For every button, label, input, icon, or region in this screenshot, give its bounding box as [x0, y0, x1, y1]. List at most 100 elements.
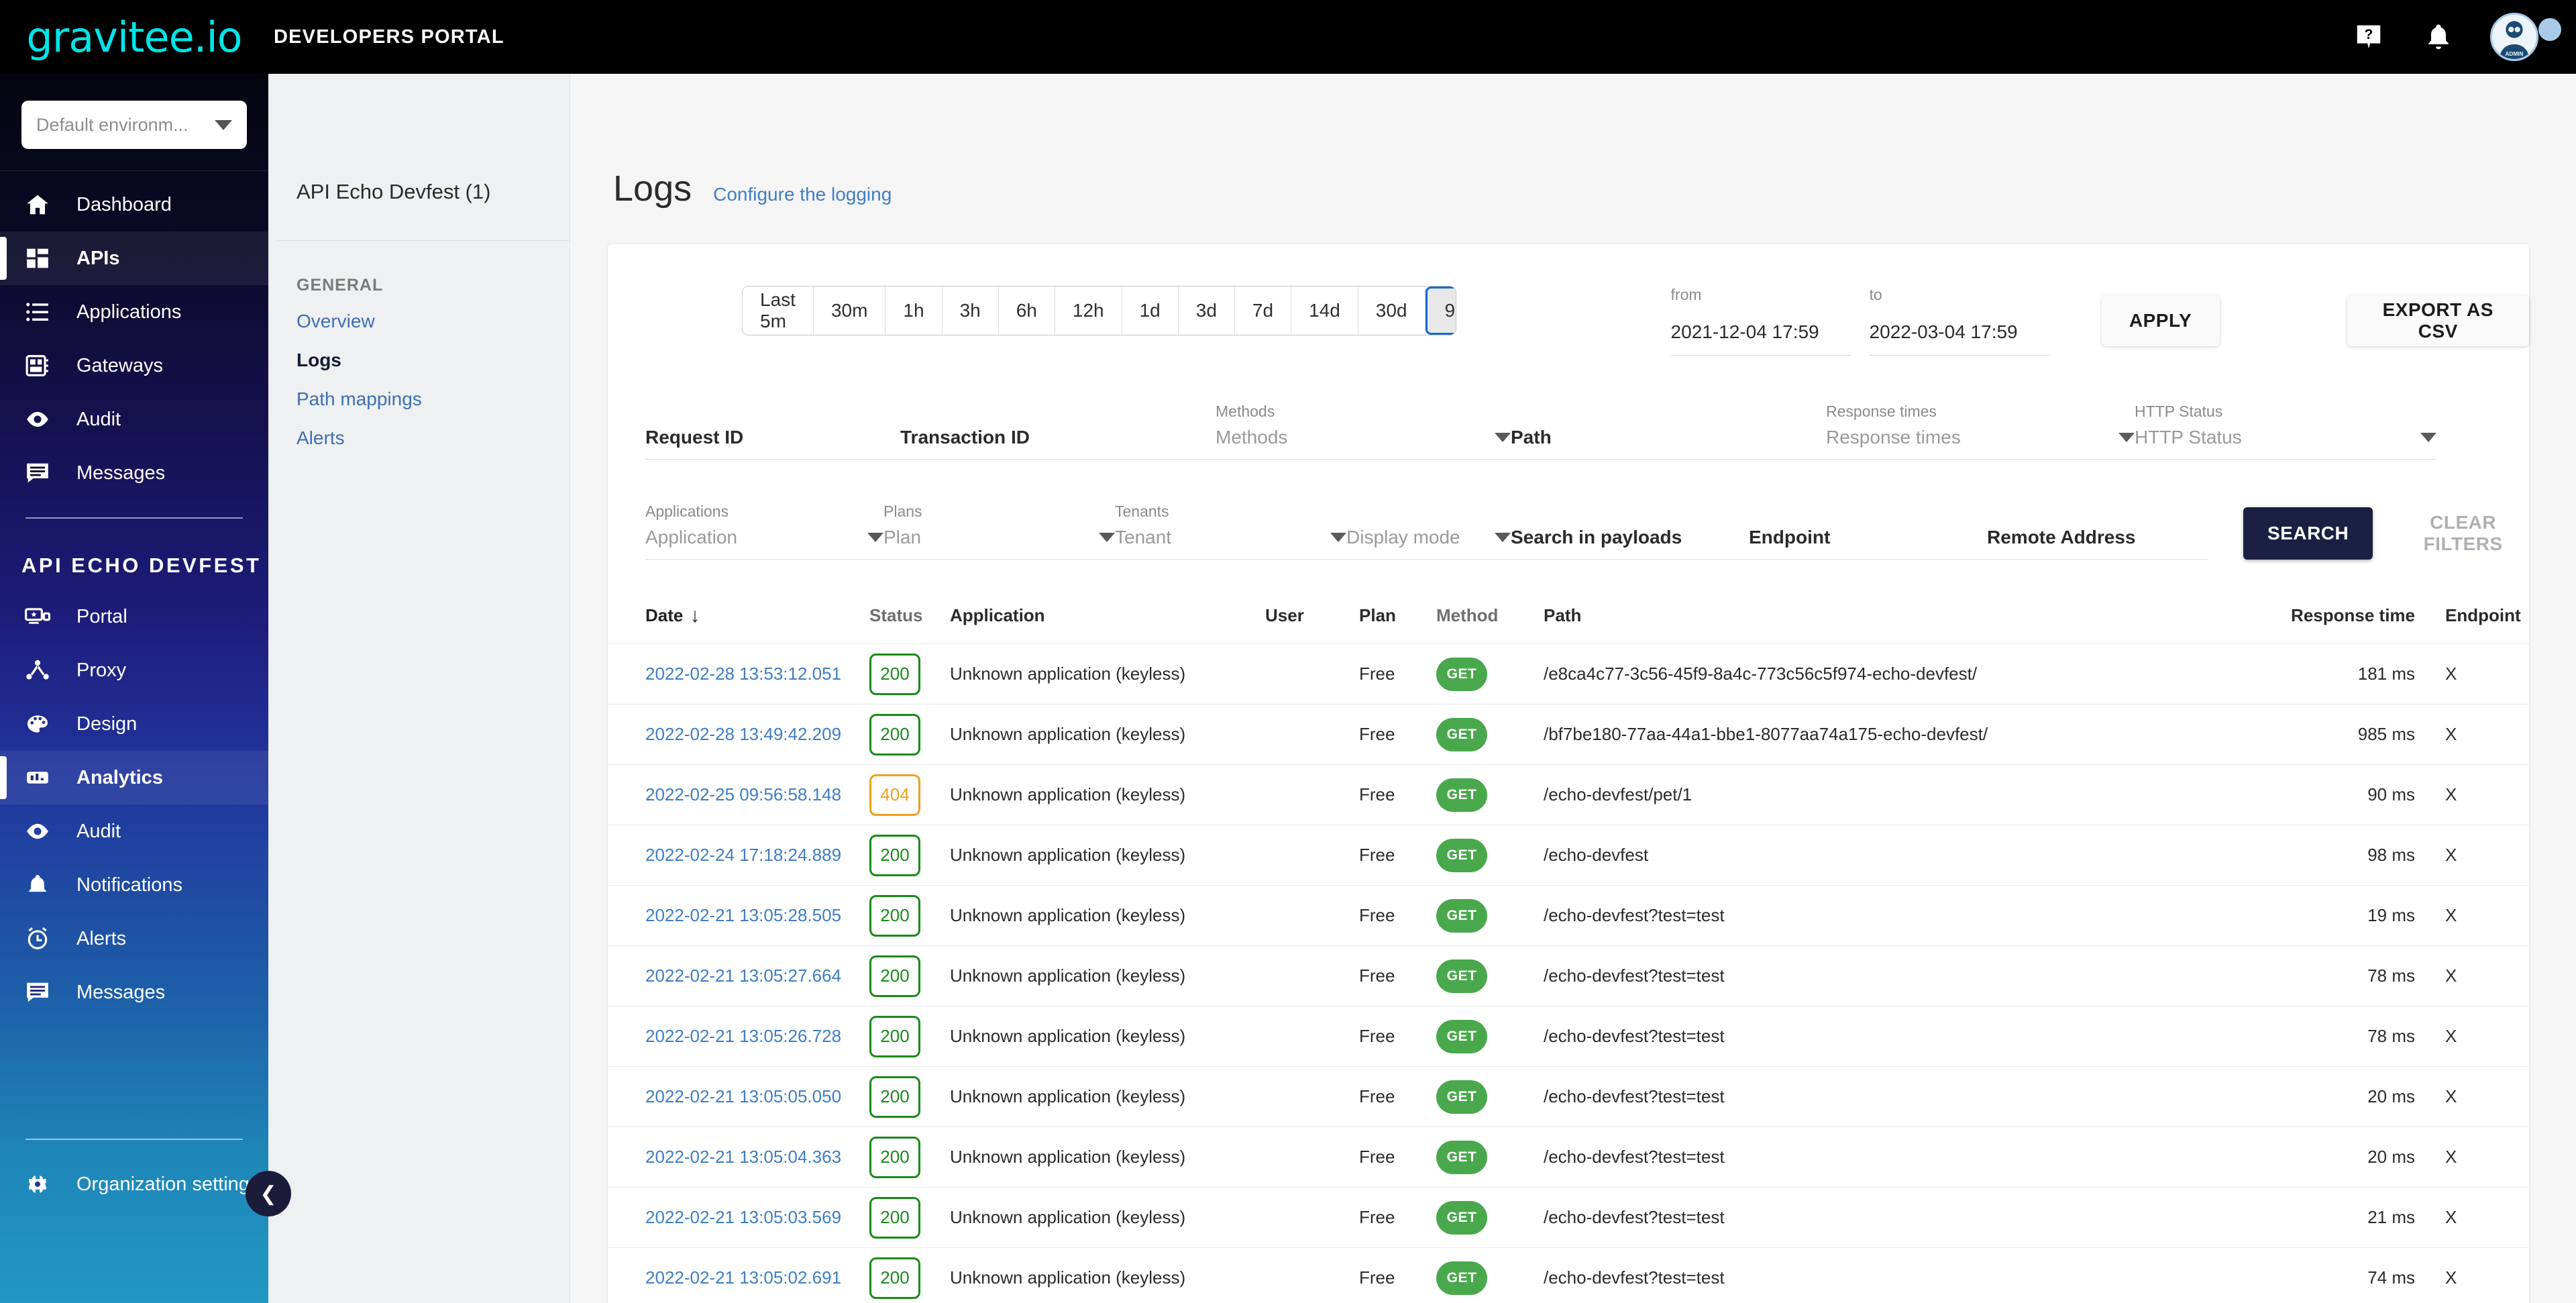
- table-row[interactable]: 2022-02-21 13:05:02.691 200 Unknown applic…: [608, 1248, 2529, 1303]
- filter-field-plans[interactable]: Plans Plan: [883, 503, 1115, 560]
- time-range-option-7d[interactable]: 7d: [1234, 286, 1292, 335]
- cell-date[interactable]: 2022-02-21 13:05:05.050: [608, 1086, 869, 1107]
- table-row[interactable]: 2022-02-21 13:05:04.363 200 Unknown applic…: [608, 1127, 2529, 1188]
- column-header-status[interactable]: Status: [869, 605, 950, 626]
- column-header-response-time[interactable]: Response time: [2234, 605, 2415, 626]
- api-context-heading: API ECHO DEVFEST: [21, 554, 262, 577]
- from-field[interactable]: from 2021-12-04 17:59: [1670, 286, 1851, 356]
- time-range-option-30d[interactable]: 30d: [1358, 286, 1426, 335]
- sidebar-item-gateways[interactable]: Gateways: [0, 339, 268, 393]
- chevron-left-icon[interactable]: ❮: [246, 1171, 291, 1216]
- cell-date[interactable]: 2022-02-28 13:49:42.209: [608, 724, 869, 745]
- table-row[interactable]: 2022-02-21 13:05:26.728 200 Unknown applic…: [608, 1006, 2529, 1067]
- time-range-option-12h[interactable]: 12h: [1055, 286, 1122, 335]
- sidebar-item-proxy[interactable]: Proxy: [0, 643, 268, 697]
- time-range-option-last-5m[interactable]: Last 5m: [743, 286, 814, 335]
- logo-text: gravitee.io: [26, 12, 242, 62]
- subnav-item-path-mappings[interactable]: Path mappings: [268, 380, 570, 419]
- cell-date[interactable]: 2022-02-21 13:05:02.691: [608, 1267, 869, 1288]
- filter-field-endpoint[interactable]: Endpoint: [1749, 503, 1987, 560]
- export-csv-button[interactable]: EXPORT AS CSV: [2347, 295, 2529, 346]
- sidebar-item-notifications[interactable]: Notifications: [0, 858, 268, 912]
- configure-logging-link[interactable]: Configure the logging: [713, 184, 892, 205]
- to-field[interactable]: to 2022-03-04 17:59: [1869, 286, 2049, 356]
- time-range-option-3h[interactable]: 3h: [942, 286, 999, 335]
- filter-field-response-times[interactable]: Response times Response times: [1826, 403, 2135, 460]
- cell-plan: Free: [1359, 1086, 1395, 1106]
- sidebar-item-apis[interactable]: APIs: [0, 231, 268, 285]
- time-range-option-6h[interactable]: 6h: [998, 286, 1055, 335]
- table-row[interactable]: 2022-02-25 09:56:58.148 404 Unknown applic…: [608, 765, 2529, 825]
- cell-date[interactable]: 2022-02-21 13:05:03.569: [608, 1207, 869, 1228]
- subnav-item-logs[interactable]: Logs: [268, 341, 570, 380]
- table-row[interactable]: 2022-02-28 13:53:12.051 200 Unknown applic…: [608, 644, 2529, 705]
- subnav-item-alerts[interactable]: Alerts: [268, 419, 570, 458]
- table-row[interactable]: 2022-02-21 13:05:05.050 200 Unknown applic…: [608, 1067, 2529, 1127]
- filter-field-transaction-id[interactable]: Transaction ID: [900, 403, 1216, 460]
- column-header-endpoint[interactable]: Endpoint: [2415, 605, 2529, 626]
- filter-field-path[interactable]: Path: [1511, 403, 1826, 460]
- cell-date[interactable]: 2022-02-21 13:05:28.505: [608, 905, 869, 926]
- cell-method: GET: [1436, 717, 1544, 751]
- filter-field-request-id[interactable]: Request ID: [645, 403, 900, 460]
- sidebar-item-applications[interactable]: Applications: [0, 285, 268, 339]
- column-header-plan[interactable]: Plan: [1359, 605, 1436, 626]
- sidebar-item-alerts[interactable]: Alerts: [0, 912, 268, 966]
- column-header-date[interactable]: Date ↓: [608, 605, 869, 626]
- sidebar-item-api-messages[interactable]: Messages: [0, 966, 268, 1019]
- sidebar-item-audit[interactable]: Audit: [0, 393, 268, 446]
- cell-application: Unknown application (keyless): [950, 905, 1186, 925]
- filter-field-applications[interactable]: Applications Application: [645, 503, 883, 560]
- search-button[interactable]: SEARCH: [2243, 507, 2373, 560]
- cell-date[interactable]: 2022-02-25 09:56:58.148: [608, 784, 869, 805]
- notifications-bell-icon[interactable]: [2420, 19, 2457, 55]
- environment-select[interactable]: Default environm...: [21, 101, 247, 149]
- cell-date[interactable]: 2022-02-28 13:53:12.051: [608, 664, 869, 684]
- sidebar-item-design[interactable]: Design: [0, 697, 268, 751]
- time-range-option-30m[interactable]: 30m: [813, 286, 886, 335]
- filter-label-tenants: Tenants: [1115, 503, 1169, 520]
- sidebar-item-portal[interactable]: Portal: [0, 590, 268, 643]
- table-row[interactable]: 2022-02-21 13:05:28.505 200 Unknown applic…: [608, 886, 2529, 946]
- portal-title: DEVELOPERS PORTAL: [274, 25, 504, 48]
- clear-filters-button[interactable]: CLEAR FILTERS: [2397, 507, 2529, 560]
- column-header-method[interactable]: Method: [1436, 605, 1544, 626]
- sidebar-item-messages[interactable]: Messages: [0, 446, 268, 500]
- sidebar-item-analytics[interactable]: Analytics: [0, 751, 268, 804]
- cell-path: /echo-devfest: [1544, 845, 1649, 865]
- filter-field-http-status[interactable]: HTTP Status HTTP Status: [2135, 403, 2436, 460]
- table-row[interactable]: 2022-02-28 13:49:42.209 200 Unknown applic…: [608, 705, 2529, 765]
- cell-application: Unknown application (keyless): [950, 1267, 1186, 1288]
- cell-date[interactable]: 2022-02-21 13:05:04.363: [608, 1147, 869, 1167]
- time-range-option-1d[interactable]: 1d: [1122, 286, 1179, 335]
- cell-application: Unknown application (keyless): [950, 1086, 1186, 1106]
- filter-field-methods[interactable]: Methods Methods: [1216, 403, 1511, 460]
- sidebar-item-api-audit[interactable]: Audit: [0, 804, 268, 858]
- avatar[interactable]: ADMIN: [2490, 13, 2561, 61]
- cell-date[interactable]: 2022-02-24 17:18:24.889: [608, 845, 869, 866]
- sidebar-item-organization-settings[interactable]: Organization settings: [0, 1157, 268, 1211]
- column-header-application[interactable]: Application: [950, 605, 1265, 626]
- cell-endpoint: X: [2445, 784, 2457, 804]
- subnav-item-overview[interactable]: Overview: [268, 302, 570, 341]
- table-row[interactable]: 2022-02-21 13:05:27.664 200 Unknown applic…: [608, 946, 2529, 1006]
- apply-button[interactable]: APPLY: [2101, 295, 2220, 346]
- sidebar-item-dashboard[interactable]: Dashboard: [0, 178, 268, 231]
- brand-logo[interactable]: gravitee.io: [0, 13, 268, 62]
- time-range-option-14d[interactable]: 14d: [1291, 286, 1358, 335]
- cell-date[interactable]: 2022-02-21 13:05:26.728: [608, 1026, 869, 1047]
- filter-field-remote-address[interactable]: Remote Address: [1987, 503, 2208, 560]
- filter-field-search-in-payloads[interactable]: Search in payloads: [1511, 503, 1749, 560]
- cell-status: 200: [869, 1015, 950, 1057]
- filter-field-tenants[interactable]: Tenants Tenant: [1115, 503, 1346, 560]
- help-icon[interactable]: ?: [2351, 19, 2387, 55]
- cell-date[interactable]: 2022-02-21 13:05:27.664: [608, 966, 869, 986]
- time-range-option-90d[interactable]: 90d: [1425, 286, 1456, 335]
- table-row[interactable]: 2022-02-24 17:18:24.889 200 Unknown applic…: [608, 825, 2529, 886]
- time-range-option-1h[interactable]: 1h: [885, 286, 943, 335]
- column-header-user[interactable]: User: [1265, 605, 1359, 626]
- column-header-path[interactable]: Path: [1544, 605, 2234, 626]
- table-row[interactable]: 2022-02-21 13:05:03.569 200 Unknown applic…: [608, 1188, 2529, 1248]
- filter-field-display-mode[interactable]: Display mode: [1346, 503, 1511, 560]
- time-range-option-3d[interactable]: 3d: [1178, 286, 1235, 335]
